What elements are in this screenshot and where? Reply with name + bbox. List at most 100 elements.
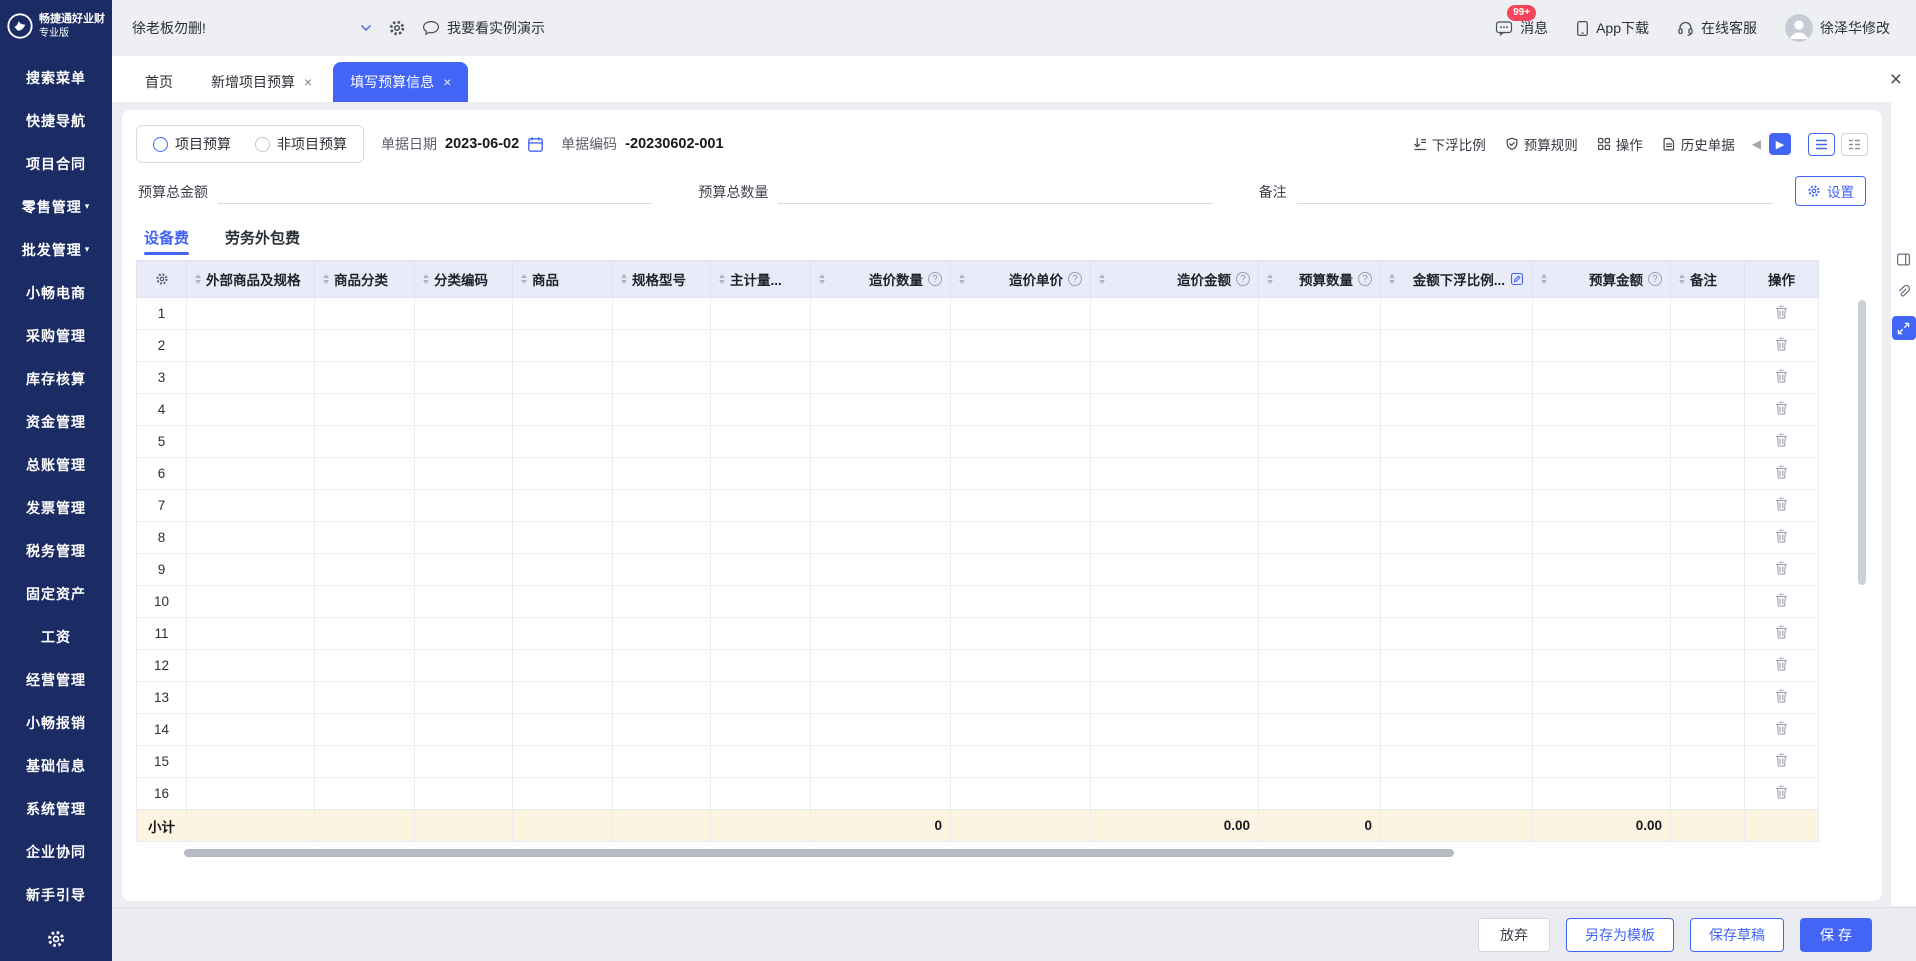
horizontal-scrollbar[interactable]: [184, 849, 1454, 857]
save-as-template-button[interactable]: 另存为模板: [1566, 917, 1674, 952]
table-cell[interactable]: [186, 297, 315, 330]
table-cell[interactable]: [512, 489, 613, 522]
table-cell[interactable]: [950, 457, 1091, 490]
table-cell[interactable]: [186, 457, 315, 490]
column-header[interactable]: 预算金额?: [1532, 260, 1671, 298]
table-cell[interactable]: [314, 745, 415, 778]
table-cell[interactable]: [512, 457, 613, 490]
table-cell[interactable]: [1258, 617, 1381, 650]
table-cell[interactable]: [1670, 393, 1745, 426]
table-cell[interactable]: [186, 713, 315, 746]
table-cell[interactable]: [1380, 361, 1533, 394]
table-cell[interactable]: [1532, 745, 1671, 778]
delete-row-button[interactable]: [1744, 681, 1819, 714]
table-cell[interactable]: [1670, 361, 1745, 394]
table-cell[interactable]: [710, 649, 811, 682]
table-cell[interactable]: [414, 361, 513, 394]
table-cell[interactable]: [612, 297, 711, 330]
table-cell[interactable]: [512, 681, 613, 714]
delete-row-button[interactable]: [1744, 553, 1819, 586]
table-cell[interactable]: [810, 457, 951, 490]
table-cell[interactable]: [414, 329, 513, 362]
table-cell[interactable]: [314, 457, 415, 490]
sidebar-item[interactable]: 工资: [0, 615, 112, 658]
table-cell[interactable]: [186, 745, 315, 778]
sidebar-item[interactable]: 小畅电商: [0, 271, 112, 314]
table-cell[interactable]: [314, 585, 415, 618]
demo-link[interactable]: 我要看实例演示: [422, 18, 545, 38]
table-cell[interactable]: [710, 489, 811, 522]
table-cell[interactable]: [314, 553, 415, 586]
field-input[interactable]: [1296, 178, 1773, 204]
table-cell[interactable]: [1090, 457, 1259, 490]
table-cell[interactable]: [1380, 489, 1533, 522]
table-cell[interactable]: [314, 297, 415, 330]
company-selector[interactable]: 徐老板勿删!: [132, 18, 372, 38]
table-cell[interactable]: [186, 617, 315, 650]
table-cell[interactable]: [810, 585, 951, 618]
table-cell[interactable]: [612, 553, 711, 586]
column-header[interactable]: 造价单价?: [950, 260, 1091, 298]
table-cell[interactable]: [1258, 745, 1381, 778]
table-cell[interactable]: [810, 617, 951, 650]
table-cell[interactable]: [1670, 457, 1745, 490]
table-cell[interactable]: [1670, 585, 1745, 618]
table-cell[interactable]: [1670, 489, 1745, 522]
table-cell[interactable]: [612, 521, 711, 554]
table-cell[interactable]: [314, 681, 415, 714]
doc-code-value[interactable]: -20230602-001: [625, 136, 723, 152]
table-cell[interactable]: [710, 745, 811, 778]
column-header[interactable]: 金额下浮比例...: [1380, 260, 1533, 298]
delete-row-button[interactable]: [1744, 585, 1819, 618]
table-cell[interactable]: [414, 745, 513, 778]
table-cell[interactable]: [1670, 681, 1745, 714]
sort-icon[interactable]: [1389, 274, 1395, 284]
sidebar-item[interactable]: 税务管理: [0, 529, 112, 572]
table-cell[interactable]: [612, 425, 711, 458]
table-cell[interactable]: [1090, 777, 1259, 810]
table-cell[interactable]: [314, 713, 415, 746]
tab[interactable]: 新增项目预算 ×: [194, 62, 329, 102]
table-cell[interactable]: [810, 681, 951, 714]
table-cell[interactable]: [1090, 425, 1259, 458]
table-cell[interactable]: [1670, 713, 1745, 746]
edit-icon[interactable]: [1510, 272, 1524, 286]
table-cell[interactable]: [1380, 585, 1533, 618]
table-cell[interactable]: [1670, 649, 1745, 682]
expand-icon[interactable]: [1891, 316, 1916, 340]
detail-tab[interactable]: 设备费: [144, 214, 190, 260]
sort-icon[interactable]: [323, 274, 329, 284]
delete-row-button[interactable]: [1744, 745, 1819, 778]
table-cell[interactable]: [1380, 457, 1533, 490]
table-cell[interactable]: [612, 681, 711, 714]
field-input[interactable]: [778, 178, 1213, 204]
table-cell[interactable]: [186, 329, 315, 362]
table-cell[interactable]: [950, 649, 1091, 682]
table-cell[interactable]: [1670, 553, 1745, 586]
table-cell[interactable]: [1380, 329, 1533, 362]
table-cell[interactable]: [1532, 713, 1671, 746]
table-cell[interactable]: [1258, 649, 1381, 682]
table-cell[interactable]: [1258, 521, 1381, 554]
gear-icon[interactable]: [155, 272, 169, 286]
table-cell[interactable]: [1670, 617, 1745, 650]
table-cell[interactable]: [314, 617, 415, 650]
table-cell[interactable]: [186, 489, 315, 522]
table-cell[interactable]: [1090, 553, 1259, 586]
sort-icon[interactable]: [621, 274, 627, 284]
gear-icon[interactable]: [388, 19, 406, 37]
table-cell[interactable]: [710, 457, 811, 490]
table-cell[interactable]: [612, 617, 711, 650]
table-cell[interactable]: [512, 553, 613, 586]
table-cell[interactable]: [1258, 777, 1381, 810]
table-cell[interactable]: [612, 745, 711, 778]
next-doc-button[interactable]: ▶: [1769, 133, 1791, 155]
column-header[interactable]: 规格型号: [612, 260, 711, 298]
user-menu[interactable]: 徐泽华修改: [1785, 14, 1890, 42]
table-cell[interactable]: [1532, 777, 1671, 810]
table-cell[interactable]: [810, 713, 951, 746]
sidebar-item[interactable]: 基础信息: [0, 744, 112, 787]
close-icon[interactable]: ×: [304, 74, 312, 90]
table-cell[interactable]: [1670, 777, 1745, 810]
table-cell[interactable]: [1532, 489, 1671, 522]
